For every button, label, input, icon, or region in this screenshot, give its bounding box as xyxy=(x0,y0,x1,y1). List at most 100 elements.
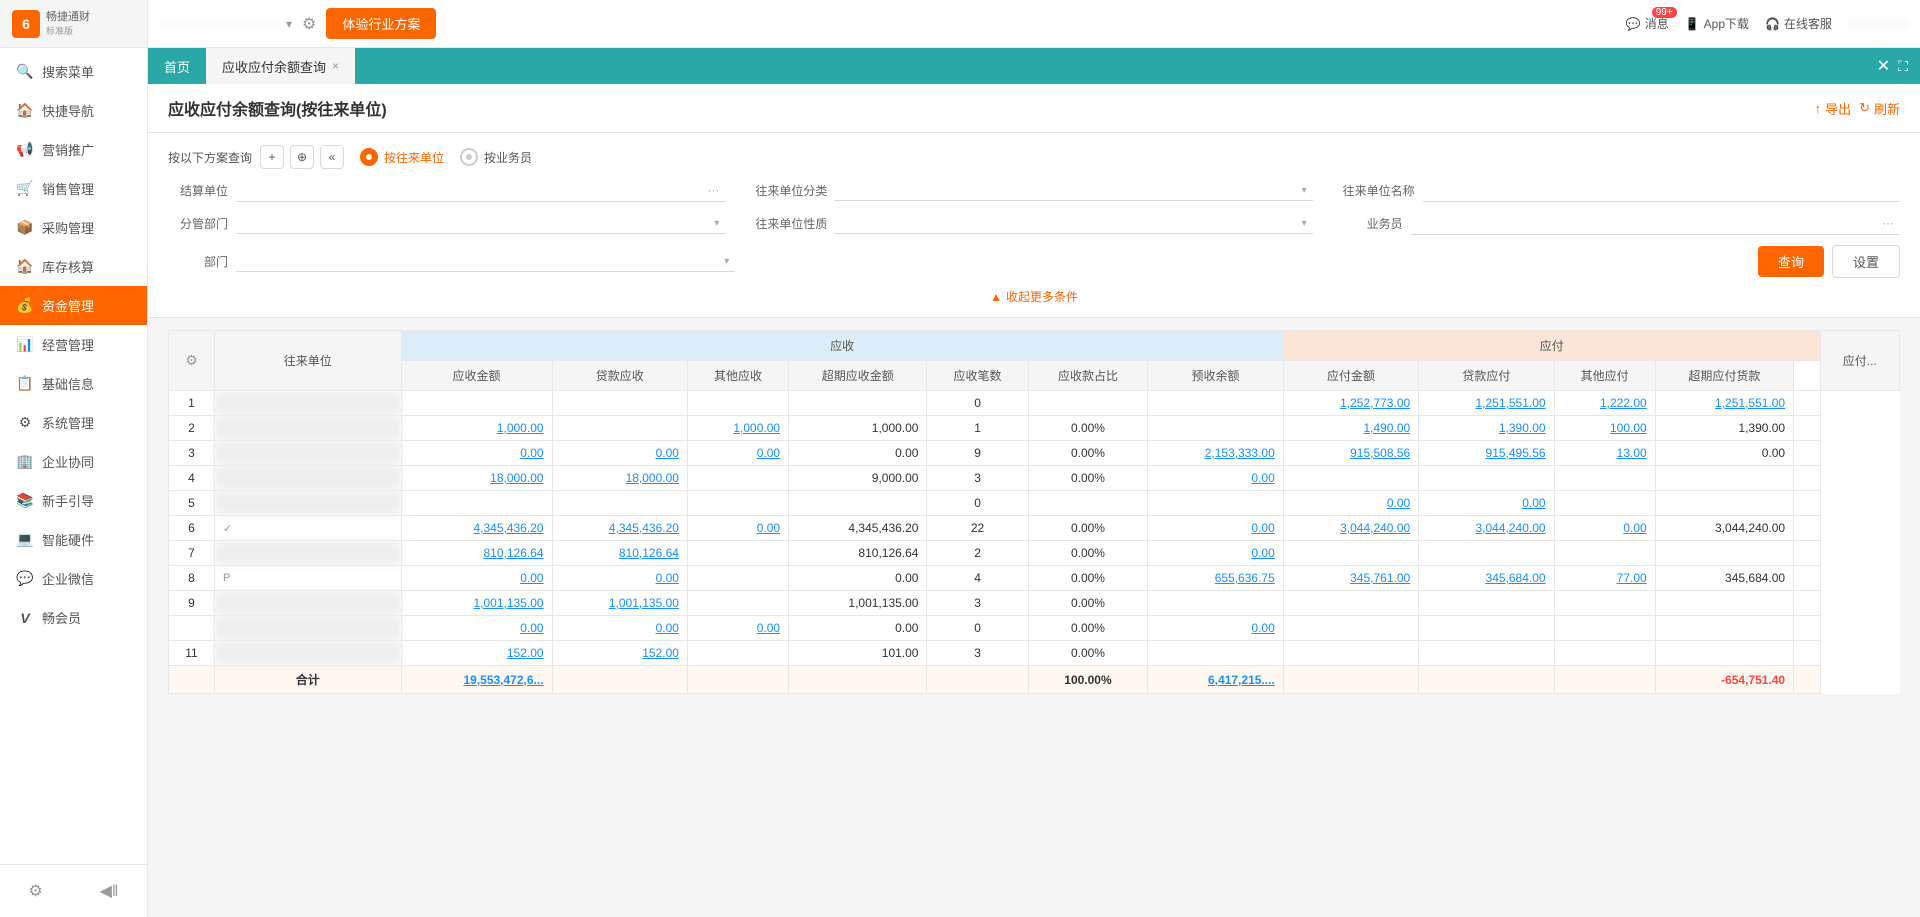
topbar-app-button[interactable]: 📱 App下载 xyxy=(1685,15,1749,32)
row-ar-loan[interactable]: 0.00 xyxy=(552,566,687,591)
row-ap-other[interactable]: 100.00 xyxy=(1554,416,1655,441)
row-ar-loan[interactable]: 810,126.64 xyxy=(552,541,687,566)
topbar-service-button[interactable]: 🎧 在线客服 xyxy=(1765,15,1832,32)
row-ar-loan[interactable]: 1,001,135.00 xyxy=(552,591,687,616)
total-ar-amount[interactable]: 19,553,472,6... xyxy=(401,666,552,694)
partner-name-input[interactable] xyxy=(1423,179,1900,202)
row-ar-amount[interactable]: 152.00 xyxy=(401,641,552,666)
row-ap-loan[interactable]: 1,251,551.00 xyxy=(1419,391,1554,416)
row-ar-loan[interactable]: 4,345,436.20 xyxy=(552,516,687,541)
row-prepay[interactable]: 655,636.75 xyxy=(1148,566,1283,591)
sidebar-item-sales[interactable]: 🛒 销售管理 xyxy=(0,169,147,208)
filter-add-button[interactable]: + xyxy=(260,145,284,169)
row-ar-amount[interactable]: 810,126.64 xyxy=(401,541,552,566)
row-prepay[interactable]: 0.00 xyxy=(1148,616,1283,641)
tab-close-icon[interactable]: × xyxy=(332,59,339,73)
row-prepay xyxy=(1148,416,1283,441)
query-button[interactable]: 查询 xyxy=(1758,246,1824,277)
dept-select[interactable]: ▾ xyxy=(236,214,725,234)
sidebar-item-guide[interactable]: 📚 新手引导 xyxy=(0,481,147,520)
sidebar-collapse-button[interactable]: ◀‖ xyxy=(94,875,125,907)
topbar-cta-button[interactable]: 体验行业方案 xyxy=(326,8,436,39)
row-prepay[interactable]: 2,153,333.00 xyxy=(1148,441,1283,466)
row-ap-loan[interactable]: 345,684.00 xyxy=(1419,566,1554,591)
row-ar-amount[interactable]: 0.00 xyxy=(401,566,552,591)
tab-arbalance[interactable]: 应收应付余额查询 × xyxy=(206,48,355,84)
row-ap-amount[interactable]: 3,044,240.00 xyxy=(1283,516,1418,541)
topbar-msg-button[interactable]: 💬 消息 99+ xyxy=(1626,15,1669,32)
export-button[interactable]: ↑ 导出 xyxy=(1815,99,1852,118)
sidebar-item-marketing[interactable]: 📢 营销推广 xyxy=(0,130,147,169)
filter-collapse-button[interactable]: ▲ 收起更多条件 xyxy=(168,288,1900,305)
row-ap-loan[interactable]: 915,495.56 xyxy=(1419,441,1554,466)
row-ar-other[interactable]: 0.00 xyxy=(687,616,788,641)
sidebar-item-purchase[interactable]: 📦 采购管理 xyxy=(0,208,147,247)
page-title: 应收应付余额查询(按往来单位) xyxy=(168,96,387,120)
filter-option-salesperson[interactable]: 按业务员 xyxy=(460,148,532,166)
partner-category-select[interactable]: ▾ xyxy=(835,181,1312,201)
sidebar-item-system[interactable]: ⚙ 系统管理 xyxy=(0,403,147,442)
sidebar-item-hardware[interactable]: 💻 智能硬件 xyxy=(0,520,147,559)
department-select[interactable]: ▾ xyxy=(236,252,735,272)
row-ap-amount[interactable]: 1,252,773.00 xyxy=(1283,391,1418,416)
row-ar-overdue: 0.00 xyxy=(789,616,927,641)
filter-option-partner[interactable]: 按往来单位 xyxy=(360,148,444,166)
tab-close-window-icon[interactable]: ✕ xyxy=(1877,56,1890,76)
row-ar-loan[interactable]: 0.00 xyxy=(552,441,687,466)
salesperson-input[interactable]: ··· xyxy=(1411,212,1900,235)
row-prepay[interactable]: 0.00 xyxy=(1148,541,1283,566)
row-ap-amount[interactable]: 0.00 xyxy=(1283,491,1418,516)
row-ar-loan[interactable]: 18,000.00 xyxy=(552,466,687,491)
row-prepay[interactable]: 0.00 xyxy=(1148,516,1283,541)
sidebar-item-quick[interactable]: 🏠 快捷导航 xyxy=(0,91,147,130)
sidebar-item-corp[interactable]: 🏢 企业协同 xyxy=(0,442,147,481)
partner-nature-select[interactable]: ▾ xyxy=(835,214,1312,234)
sidebar-item-search[interactable]: 🔍 搜索菜单 xyxy=(0,52,147,91)
sidebar-item-member[interactable]: V 畅会员 xyxy=(0,598,147,637)
row-prepay[interactable]: 0.00 xyxy=(1148,466,1283,491)
tab-maximize-icon[interactable]: ⛶ xyxy=(1898,58,1908,75)
row-ar-amount[interactable]: 0.00 xyxy=(401,441,552,466)
operation-icon: 📊 xyxy=(16,336,34,353)
sidebar-item-inventory[interactable]: 🏠 库存核算 xyxy=(0,247,147,286)
topbar-gear-icon[interactable]: ⚙ xyxy=(298,10,320,38)
row-ap-loan[interactable]: 3,044,240.00 xyxy=(1419,516,1554,541)
row-ar-other[interactable]: 0.00 xyxy=(687,516,788,541)
sidebar-item-operation[interactable]: 📊 经营管理 xyxy=(0,325,147,364)
col-ap-other-header: 其他应付 xyxy=(1554,361,1655,391)
settlement-input[interactable]: ··· xyxy=(236,179,725,202)
refresh-button[interactable]: ↻ 刷新 xyxy=(1859,99,1900,118)
row-ar-amount[interactable]: 1,000.00 xyxy=(401,416,552,441)
row-ap-other[interactable]: 77.00 xyxy=(1554,566,1655,591)
total-prepay[interactable]: 6,417,215.... xyxy=(1148,666,1283,694)
row-ar-amount[interactable]: 1,001,135.00 xyxy=(401,591,552,616)
filter-collapse-button[interactable]: « xyxy=(320,145,344,169)
filter-settings-button[interactable]: ⊕ xyxy=(290,145,314,169)
row-ap-amount[interactable]: 345,761.00 xyxy=(1283,566,1418,591)
sidebar-item-finance[interactable]: 💰 资金管理 xyxy=(0,286,147,325)
topbar-user[interactable] xyxy=(1848,22,1908,26)
row-ap-loan[interactable]: 1,390.00 xyxy=(1419,416,1554,441)
sidebar-item-wechat[interactable]: 💬 企业微信 xyxy=(0,559,147,598)
row-ap-other[interactable]: 0.00 xyxy=(1554,516,1655,541)
sidebar-item-basic[interactable]: 📋 基础信息 xyxy=(0,364,147,403)
row-ap-overdue[interactable]: 1,251,551.00 xyxy=(1655,391,1793,416)
row-ar-amount[interactable]: 0.00 xyxy=(401,616,552,641)
row-ap-amount[interactable]: 1,490.00 xyxy=(1283,416,1418,441)
row-ar-loan[interactable]: 152.00 xyxy=(552,641,687,666)
row-ar-amount[interactable]: 4,345,436.20 xyxy=(401,516,552,541)
row-ap-other[interactable]: 1,222.00 xyxy=(1554,391,1655,416)
row-ap-loan[interactable]: 0.00 xyxy=(1419,491,1554,516)
row-ar-other[interactable]: 1,000.00 xyxy=(687,416,788,441)
row-ar-amount[interactable]: 18,000.00 xyxy=(401,466,552,491)
total-ar-ratio: 100.00% xyxy=(1028,666,1148,694)
row-no: 1 xyxy=(169,391,215,416)
row-ap-other[interactable]: 13.00 xyxy=(1554,441,1655,466)
tab-home[interactable]: 首页 xyxy=(148,48,206,84)
sidebar-settings-button[interactable]: ⚙ xyxy=(22,875,48,907)
row-ar-other[interactable]: 0.00 xyxy=(687,441,788,466)
settings-button[interactable]: 设置 xyxy=(1832,245,1900,278)
row-ar-loan[interactable]: 0.00 xyxy=(552,616,687,641)
table-settings-icon[interactable]: ⚙ xyxy=(185,352,198,368)
row-ap-amount[interactable]: 915,508.56 xyxy=(1283,441,1418,466)
